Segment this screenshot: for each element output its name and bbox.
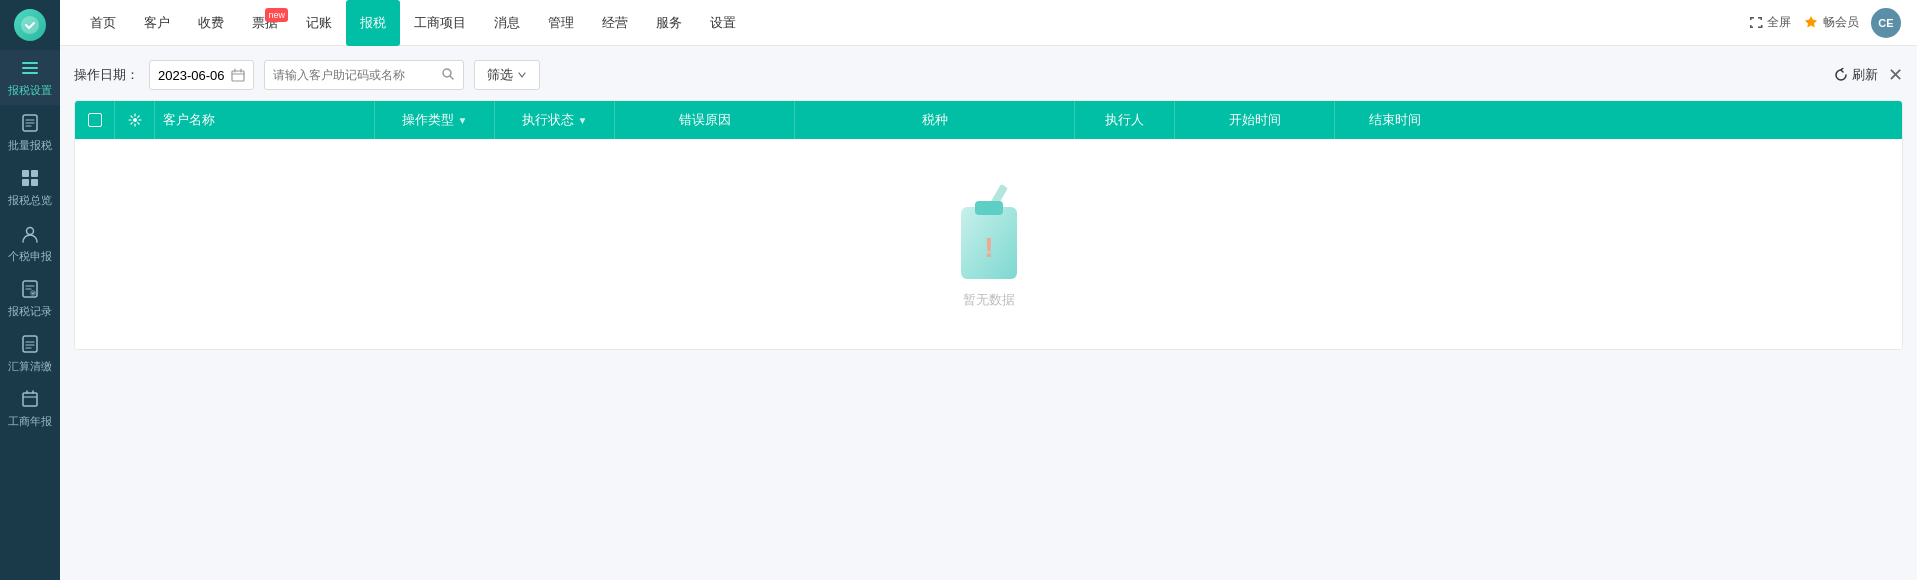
topnav-right: 全屏 畅会员 CE — [1749, 8, 1901, 38]
table-header: 客户名称 操作类型 ▼ 执行状态 ▼ 错误原因 税种 — [75, 101, 1902, 139]
svg-point-8 — [27, 227, 34, 234]
search-icon — [441, 67, 455, 81]
empty-text: 暂无数据 — [963, 291, 1015, 309]
svg-rect-19 — [975, 201, 1003, 215]
column-settings-icon — [128, 113, 142, 127]
settings-icon — [20, 58, 40, 81]
sidebar-item-label: 批量报税 — [8, 139, 52, 152]
nav-item-piaoju[interactable]: 票据 new — [238, 0, 292, 46]
th-exec-status: 执行状态 ▼ — [495, 101, 615, 139]
search-button[interactable] — [433, 67, 463, 84]
nav-item-xiaoxi[interactable]: 消息 — [480, 0, 534, 46]
svg-rect-11 — [23, 336, 37, 352]
member-button[interactable]: 畅会员 — [1803, 14, 1859, 31]
svg-rect-7 — [31, 179, 38, 186]
search-box — [264, 60, 464, 90]
sidebar-item-label: 汇算清缴 — [8, 360, 52, 373]
sidebar-item-baoshui-zonglaan[interactable]: 报税总览 — [0, 160, 60, 215]
close-button[interactable]: ✕ — [1888, 64, 1903, 86]
svg-point-10 — [30, 290, 36, 296]
logo-icon — [14, 9, 46, 41]
svg-rect-6 — [22, 179, 29, 186]
svg-rect-12 — [23, 393, 37, 406]
fullscreen-icon — [1749, 16, 1763, 30]
annual-report-icon — [20, 389, 40, 412]
th-customer-name: 客户名称 — [155, 101, 375, 139]
empty-illustration: ! — [939, 179, 1039, 279]
overview-icon — [20, 168, 40, 191]
records-icon — [20, 279, 40, 302]
toolbar-right: 刷新 ✕ — [1834, 64, 1903, 86]
th-settings[interactable] — [115, 101, 155, 139]
sidebar-item-label: 报税总览 — [8, 194, 52, 207]
personal-tax-icon — [20, 224, 40, 247]
sidebar-item-label: 工商年报 — [8, 415, 52, 428]
user-avatar[interactable]: CE — [1871, 8, 1901, 38]
sidebar-item-geshuishenben[interactable]: 个税申报 — [0, 216, 60, 271]
svg-point-15 — [133, 118, 137, 122]
sidebar-item-huisuan-jiaoshu[interactable]: 汇算清缴 — [0, 326, 60, 381]
filter-button[interactable]: 筛选 — [474, 60, 540, 90]
svg-rect-2 — [22, 72, 38, 74]
search-input[interactable] — [265, 64, 433, 86]
toolbar: 操作日期： 2023-06-06 — [74, 60, 1903, 90]
th-end-time: 结束时间 — [1335, 101, 1455, 139]
svg-rect-13 — [232, 71, 244, 81]
empty-state: ! 暂无数据 — [75, 139, 1902, 349]
refresh-icon — [1834, 68, 1848, 82]
sidebar-item-label: 报税记录 — [8, 305, 52, 318]
data-table: 客户名称 操作类型 ▼ 执行状态 ▼ 错误原因 税种 — [74, 100, 1903, 350]
sidebar-item-piliang-baoshui[interactable]: 批量报税 — [0, 105, 60, 160]
nav-item-fuwu[interactable]: 服务 — [642, 0, 696, 46]
chevron-down-icon — [517, 70, 527, 80]
top-navigation: 首页 客户 收费 票据 new 记账 报税 工商项目 消息 — [60, 0, 1917, 46]
svg-rect-0 — [22, 62, 38, 64]
nav-item-gongshang[interactable]: 工商项目 — [400, 0, 480, 46]
member-icon — [1803, 15, 1819, 31]
select-all-checkbox[interactable] — [88, 113, 102, 127]
nav-item-baoshui[interactable]: 报税 — [346, 0, 400, 46]
batch-tax-icon — [20, 113, 40, 136]
nav-item-jizhang[interactable]: 记账 — [292, 0, 346, 46]
th-checkbox[interactable] — [75, 101, 115, 139]
content-area: 操作日期： 2023-06-06 — [60, 46, 1917, 580]
page-content: 操作日期： 2023-06-06 — [60, 46, 1917, 580]
settlement-icon — [20, 334, 40, 357]
th-error-reason: 错误原因 — [615, 101, 795, 139]
date-picker[interactable]: 2023-06-06 — [149, 60, 254, 90]
nav-item-shoufei[interactable]: 收费 — [184, 0, 238, 46]
th-start-time: 开始时间 — [1175, 101, 1335, 139]
date-label: 操作日期： — [74, 66, 139, 84]
svg-rect-4 — [22, 170, 29, 177]
th-tax-type: 税种 — [795, 101, 1075, 139]
sidebar-item-baoshui-shezhi[interactable]: 报税设置 — [0, 50, 60, 105]
nav-item-guanli[interactable]: 管理 — [534, 0, 588, 46]
sidebar-item-baoshui-jilu[interactable]: 报税记录 — [0, 271, 60, 326]
nav-item-home[interactable]: 首页 — [76, 0, 130, 46]
svg-rect-1 — [22, 67, 38, 69]
nav-item-shezhi[interactable]: 设置 — [696, 0, 750, 46]
sidebar-item-label: 个税申报 — [8, 250, 52, 263]
empty-clipboard-image: ! — [939, 179, 1039, 289]
refresh-button[interactable]: 刷新 — [1834, 66, 1878, 84]
th-executor: 执行人 — [1075, 101, 1175, 139]
filter-arrow-icon: ▼ — [458, 115, 468, 126]
logo — [0, 0, 60, 50]
nav-items: 首页 客户 收费 票据 new 记账 报税 工商项目 消息 — [76, 0, 1749, 46]
sidebar-item-gongshang-nianbao[interactable]: 工商年报 — [0, 381, 60, 436]
nav-item-customer[interactable]: 客户 — [130, 0, 184, 46]
fullscreen-button[interactable]: 全屏 — [1749, 14, 1791, 31]
sidebar-item-label: 报税设置 — [8, 84, 52, 97]
th-operation-type: 操作类型 ▼ — [375, 101, 495, 139]
svg-text:!: ! — [984, 232, 993, 263]
main-area: 首页 客户 收费 票据 new 记账 报税 工商项目 消息 — [60, 0, 1917, 580]
calendar-icon — [231, 68, 245, 82]
svg-rect-5 — [31, 170, 38, 177]
filter-arrow-icon: ▼ — [578, 115, 588, 126]
date-value: 2023-06-06 — [158, 68, 225, 83]
new-badge: new — [265, 8, 288, 22]
sidebar: 报税设置 批量报税 报税总览 个税申报 — [0, 0, 60, 580]
nav-item-jingying[interactable]: 经营 — [588, 0, 642, 46]
